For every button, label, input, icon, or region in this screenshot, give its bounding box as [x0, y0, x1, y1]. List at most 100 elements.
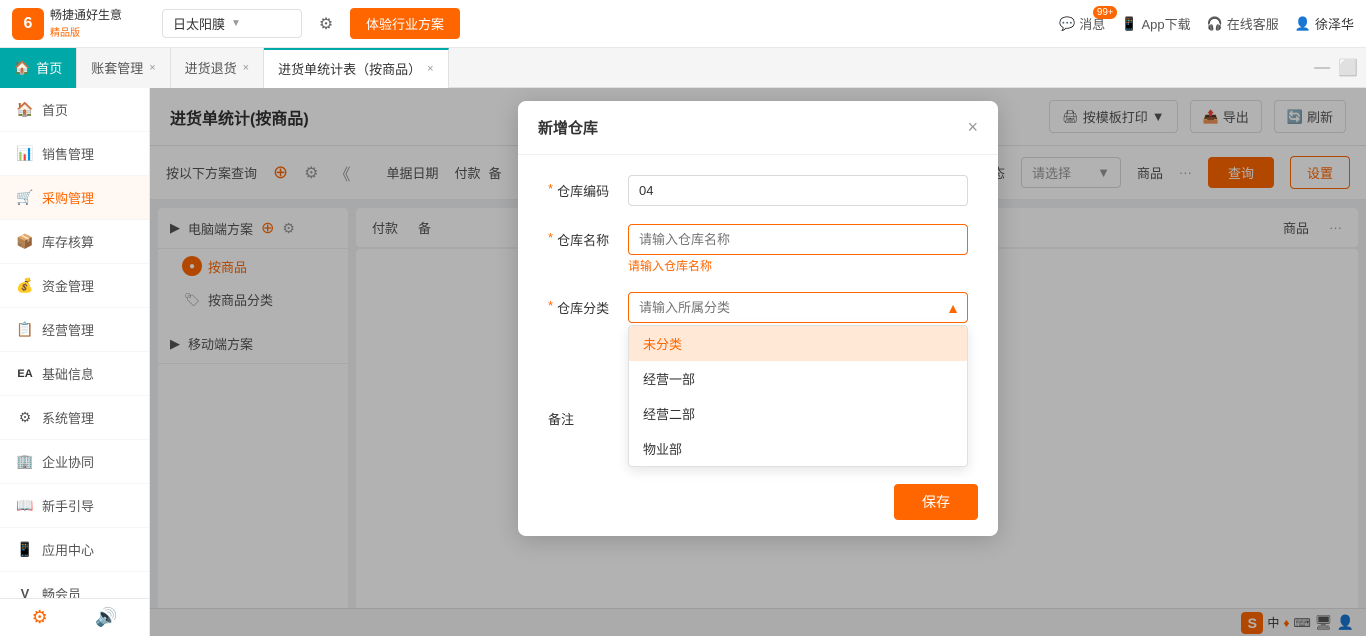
home-icon: 🏠 — [14, 60, 30, 76]
sidebar-settings-icon[interactable]: ⚙ — [32, 607, 48, 628]
settings-button[interactable]: ⚙ — [310, 8, 342, 40]
sidebar-operations-label: 经营管理 — [42, 320, 94, 339]
sidebar-inventory-label: 库存核算 — [42, 232, 94, 251]
finance-icon: 💰 — [16, 277, 34, 295]
logo-icon: 6 — [12, 8, 44, 40]
category-input-wrap: ▲ 未分类 经营一部 经营二部 物业部 — [628, 292, 968, 323]
modal-footer: 保存 — [518, 472, 998, 536]
tab-purchase-return[interactable]: 进货退货 × — [171, 48, 264, 88]
content-area: 进货单统计(按商品) 🖨 按模板打印 ▼ 📤 导出 🔄 刷新 按以下方案查 — [150, 88, 1366, 636]
online-service-button[interactable]: 🎧 在线客服 — [1207, 14, 1279, 33]
sidebar-system-label: 系统管理 — [42, 408, 94, 427]
app-center-icon: 📱 — [16, 541, 34, 559]
sidebar-purchase-label: 采购管理 — [42, 188, 94, 207]
sidebar-item-inventory[interactable]: 📦 库存核算 — [0, 220, 149, 264]
phone-icon: 📱 — [1121, 16, 1137, 32]
headset-icon: 🎧 — [1207, 16, 1223, 32]
header-right: 💬 消息 99+ 📱 App下载 🎧 在线客服 👤 徐泽华 — [1059, 14, 1354, 33]
tab-bar-actions[interactable]: — ⬜ — [1314, 58, 1366, 78]
sidebar-app-center-label: 应用中心 — [42, 540, 94, 559]
name-input[interactable] — [628, 224, 968, 255]
basic-info-icon: EA — [16, 365, 34, 383]
sales-icon: 📊 — [16, 145, 34, 163]
tab-purchase-return-label: 进货退货 — [185, 58, 237, 77]
modal-header: 新增仓库 × — [518, 101, 998, 155]
home-sidebar-icon: 🏠 — [16, 101, 34, 119]
modal-close-button[interactable]: × — [967, 117, 978, 138]
sidebar-item-guide[interactable]: 📖 新手引导 — [0, 484, 149, 528]
username: 徐泽华 — [1315, 14, 1354, 33]
code-input[interactable] — [628, 175, 968, 206]
sidebar-item-purchase[interactable]: 🛒 采购管理 — [0, 176, 149, 220]
tab-accounts[interactable]: 账套管理 × — [77, 48, 170, 88]
logo-sub: 精品版 — [50, 24, 122, 39]
enterprise-icon: 🏢 — [16, 453, 34, 471]
store-arrow-icon: ▼ — [231, 18, 241, 29]
category-arrow-icon[interactable]: ▲ — [946, 300, 960, 316]
inventory-icon: 📦 — [16, 233, 34, 251]
dropdown-item-dept1[interactable]: 经营一部 — [629, 361, 967, 396]
operations-icon: 📋 — [16, 321, 34, 339]
sidebar-finance-label: 资金管理 — [42, 276, 94, 295]
app-download-button[interactable]: 📱 App下载 — [1121, 14, 1190, 33]
modal-body: * 仓库编码 * 仓库名称 请输入仓库名称 — [518, 155, 998, 472]
main-layout: 🏠 首页 📊 销售管理 🛒 采购管理 📦 库存核算 💰 资金管理 📋 经营管理 … — [0, 88, 1366, 636]
tab-accounts-close-icon[interactable]: × — [149, 62, 155, 74]
purchase-icon: 🛒 — [16, 189, 34, 207]
tab-home-label: 首页 — [36, 58, 62, 77]
tab-purchase-stats[interactable]: 进货单统计表（按商品） × — [264, 48, 448, 88]
tab-purchase-stats-label: 进货单统计表（按商品） — [278, 59, 421, 78]
guide-icon: 📖 — [16, 497, 34, 515]
app-download-label: App下载 — [1141, 14, 1190, 33]
new-warehouse-modal: 新增仓库 × * 仓库编码 * — [518, 101, 998, 536]
sidebar-guide-label: 新手引导 — [42, 496, 94, 515]
form-row-category: * 仓库分类 ▲ 未分类 经营一部 经营二部 物业部 — [548, 292, 968, 323]
code-label: * 仓库编码 — [548, 175, 628, 200]
category-label: * 仓库分类 — [548, 292, 628, 317]
tab-minimize-icon[interactable]: — — [1314, 59, 1330, 77]
sidebar-item-operations[interactable]: 📋 经营管理 — [0, 308, 149, 352]
dropdown-item-uncategorized[interactable]: 未分类 — [629, 326, 967, 361]
sidebar-bottom: ⚙ 🔊 — [0, 598, 149, 636]
store-selector[interactable]: 日太阳膜 ▼ — [162, 9, 302, 38]
sidebar-item-system[interactable]: ⚙ 系统管理 — [0, 396, 149, 440]
form-row-name: * 仓库名称 请输入仓库名称 — [548, 224, 968, 274]
sidebar-basic-info-label: 基础信息 — [42, 364, 94, 383]
user-icon: 👤 — [1295, 16, 1311, 32]
store-name: 日太阳膜 — [173, 14, 225, 33]
tab-purchase-return-close-icon[interactable]: × — [243, 62, 249, 74]
sidebar-item-home[interactable]: 🏠 首页 — [0, 88, 149, 132]
sidebar-item-sales[interactable]: 📊 销售管理 — [0, 132, 149, 176]
tab-bar: 🏠 首页 账套管理 × 进货退货 × 进货单统计表（按商品） × — ⬜ — [0, 48, 1366, 88]
note-label-field: 备注 — [548, 403, 628, 428]
sidebar-enterprise-label: 企业协同 — [42, 452, 94, 471]
message-icon: 💬 — [1059, 16, 1075, 32]
modal-title: 新增仓库 — [538, 117, 598, 138]
dropdown-item-property[interactable]: 物业部 — [629, 431, 967, 466]
sidebar-audio-icon[interactable]: 🔊 — [95, 607, 117, 628]
sidebar-item-finance[interactable]: 💰 资金管理 — [0, 264, 149, 308]
messages-badge: 99+ — [1093, 6, 1117, 19]
sidebar-item-basic-info[interactable]: EA 基础信息 — [0, 352, 149, 396]
trial-button[interactable]: 体验行业方案 — [350, 8, 460, 39]
user-menu[interactable]: 👤 徐泽华 — [1295, 14, 1354, 33]
tab-accounts-label: 账套管理 — [91, 58, 143, 77]
sidebar-home-label: 首页 — [42, 100, 68, 119]
top-header: 6 畅捷通好生意 精品版 日太阳膜 ▼ ⚙ 体验行业方案 💬 消息 99+ 📱 … — [0, 0, 1366, 48]
tab-home[interactable]: 🏠 首页 — [0, 48, 77, 88]
messages-button[interactable]: 💬 消息 99+ — [1059, 14, 1105, 33]
tab-maximize-icon[interactable]: ⬜ — [1338, 58, 1358, 78]
online-service-label: 在线客服 — [1227, 14, 1279, 33]
name-label: * 仓库名称 — [548, 224, 628, 249]
category-dropdown: 未分类 经营一部 经营二部 物业部 — [628, 325, 968, 467]
gear-icon: ⚙ — [319, 14, 333, 34]
dropdown-item-dept2[interactable]: 经营二部 — [629, 396, 967, 431]
save-button[interactable]: 保存 — [894, 484, 978, 520]
logo-area: 6 畅捷通好生意 精品版 — [12, 8, 162, 40]
sidebar: 🏠 首页 📊 销售管理 🛒 采购管理 📦 库存核算 💰 资金管理 📋 经营管理 … — [0, 88, 150, 636]
tab-purchase-stats-close-icon[interactable]: × — [427, 63, 433, 75]
sidebar-item-enterprise[interactable]: 🏢 企业协同 — [0, 440, 149, 484]
sidebar-sales-label: 销售管理 — [42, 144, 94, 163]
sidebar-item-app-center[interactable]: 📱 应用中心 — [0, 528, 149, 572]
category-input[interactable] — [628, 292, 968, 323]
